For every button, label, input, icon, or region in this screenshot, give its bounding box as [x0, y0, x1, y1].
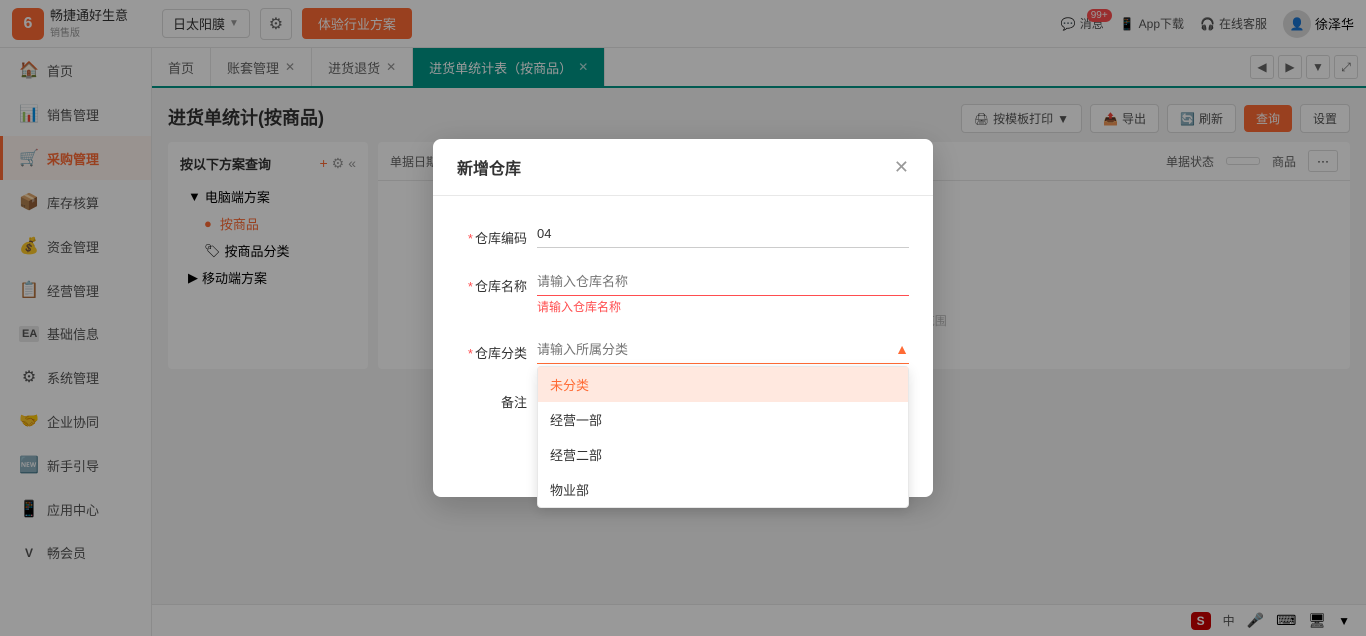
note-label: 备注 [457, 384, 537, 411]
code-input[interactable] [537, 220, 909, 248]
name-input[interactable] [537, 268, 909, 296]
dropdown-item-dept2[interactable]: 经营二部 [538, 437, 908, 472]
modal-body: 仓库编码 仓库名称 请输入仓库名称 仓库分类 ▲ [433, 196, 933, 412]
code-label: 仓库编码 [457, 220, 537, 247]
modal-overlay: 新增仓库 ✕ 仓库编码 仓库名称 请输入仓库名称 仓库分类 [0, 0, 1366, 636]
category-arrow: ▲ [895, 341, 909, 357]
name-control: 请输入仓库名称 [537, 268, 909, 315]
modal-close-button[interactable]: ✕ [894, 158, 909, 176]
category-control: ▲ 未分类 经营一部 经营二部 物业部 [537, 335, 909, 364]
name-error: 请输入仓库名称 [537, 298, 909, 315]
form-row-category: 仓库分类 ▲ 未分类 经营一部 经营二部 物业部 [457, 335, 909, 364]
category-label: 仓库分类 [457, 335, 537, 362]
form-row-name: 仓库名称 请输入仓库名称 [457, 268, 909, 315]
category-input[interactable] [537, 342, 895, 357]
modal-header: 新增仓库 ✕ [433, 139, 933, 196]
category-dropdown: 未分类 经营一部 经营二部 物业部 [537, 366, 909, 508]
new-warehouse-modal: 新增仓库 ✕ 仓库编码 仓库名称 请输入仓库名称 仓库分类 [433, 139, 933, 497]
dropdown-item-dept3[interactable]: 物业部 [538, 472, 908, 507]
category-select[interactable]: ▲ [537, 335, 909, 364]
code-control [537, 220, 909, 248]
modal-title: 新增仓库 [457, 155, 521, 179]
form-row-code: 仓库编码 [457, 220, 909, 248]
dropdown-item-uncategorized[interactable]: 未分类 [538, 367, 908, 402]
name-label: 仓库名称 [457, 268, 537, 295]
dropdown-item-dept1[interactable]: 经营一部 [538, 402, 908, 437]
